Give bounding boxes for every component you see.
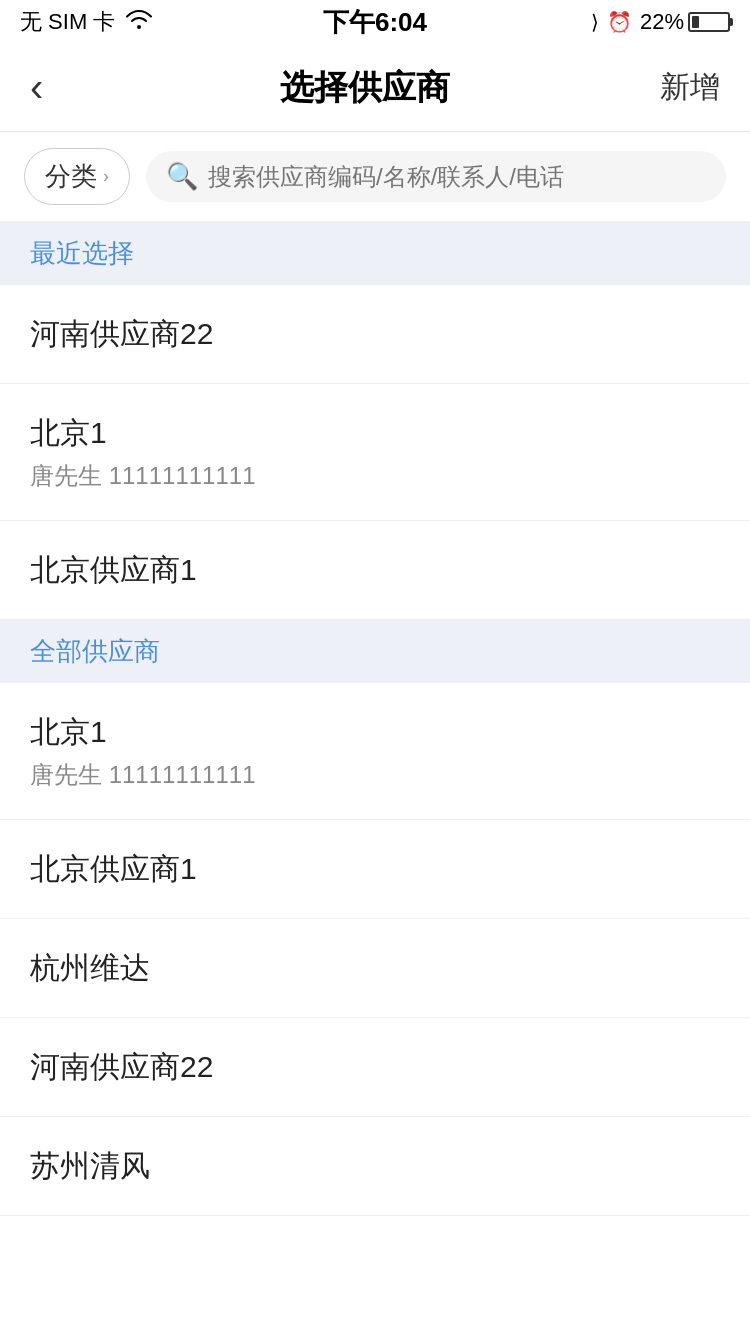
search-input[interactable]	[208, 163, 706, 191]
item-name: 北京供应商1	[30, 848, 720, 890]
all-list: 北京1 唐先生 11111111111 北京供应商1 杭州维达河南供应商22 苏州清风	[0, 683, 750, 1216]
back-button[interactable]: ‹	[30, 65, 90, 110]
battery-percent: 22%	[640, 9, 684, 35]
item-name: 苏州清风	[30, 1145, 720, 1187]
status-bar: 无 SIM 卡 下午6:04 ⟩ ⏰ 22%	[0, 0, 750, 44]
category-label: 分类	[45, 159, 97, 194]
list-item[interactable]: 河南供应商22	[0, 285, 750, 384]
carrier-label: 无 SIM 卡	[20, 7, 115, 37]
recent-list: 河南供应商22 北京1 唐先生 11111111111 北京供应商1	[0, 285, 750, 620]
page-title: 选择供应商	[280, 65, 450, 111]
wifi-icon	[125, 9, 153, 35]
item-name: 杭州维达	[30, 947, 720, 989]
alarm-icon: ⏰	[607, 10, 632, 34]
list-item[interactable]: 北京供应商1	[0, 521, 750, 620]
recent-section-header: 最近选择	[0, 222, 750, 285]
battery-block: 22%	[640, 9, 730, 35]
all-section-label: 全部供应商	[30, 636, 160, 666]
category-button[interactable]: 分类 ›	[24, 148, 130, 205]
list-item[interactable]: 北京供应商1	[0, 820, 750, 919]
search-box[interactable]: 🔍	[146, 151, 726, 202]
battery-fill	[692, 16, 699, 28]
add-button[interactable]: 新增	[640, 67, 720, 108]
search-icon: 🔍	[166, 161, 198, 192]
item-sub: 唐先生 11111111111	[30, 759, 720, 791]
status-left: 无 SIM 卡	[20, 7, 153, 37]
item-name: 北京供应商1	[30, 549, 720, 591]
status-time: 下午6:04	[323, 5, 427, 40]
list-item[interactable]: 苏州清风	[0, 1117, 750, 1216]
all-section-header: 全部供应商	[0, 620, 750, 683]
nav-bar: ‹ 选择供应商 新增	[0, 44, 750, 132]
chevron-right-icon: ›	[103, 166, 109, 187]
location-icon: ⟩	[591, 10, 599, 34]
item-name: 河南供应商22	[30, 313, 720, 355]
item-name: 北京1	[30, 711, 720, 753]
list-item[interactable]: 杭州维达	[0, 919, 750, 1018]
filter-bar: 分类 › 🔍	[0, 132, 750, 222]
item-name: 河南供应商22	[30, 1046, 720, 1088]
item-name: 北京1	[30, 412, 720, 454]
status-right: ⟩ ⏰ 22%	[591, 9, 730, 35]
item-sub: 唐先生 11111111111	[30, 460, 720, 492]
recent-section-label: 最近选择	[30, 238, 134, 268]
list-item[interactable]: 北京1 唐先生 11111111111	[0, 384, 750, 521]
list-item[interactable]: 北京1 唐先生 11111111111	[0, 683, 750, 820]
battery-bar	[688, 12, 730, 32]
list-item[interactable]: 河南供应商22	[0, 1018, 750, 1117]
